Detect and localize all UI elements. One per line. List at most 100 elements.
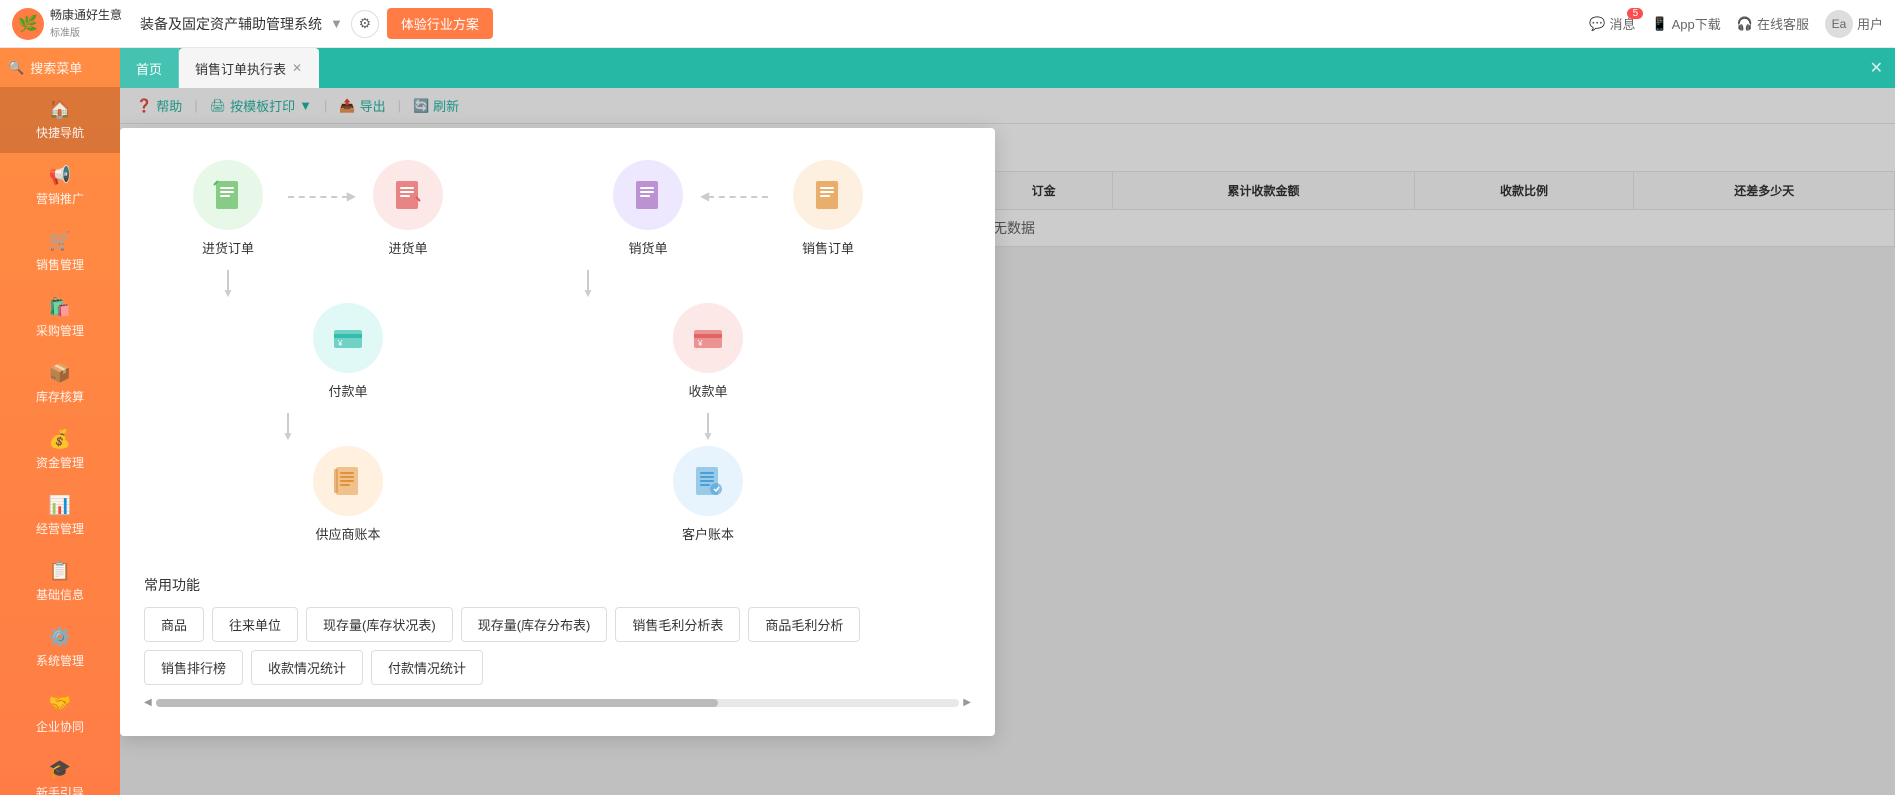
sidebar-item-sales[interactable]: 🛒 销售管理 [0, 219, 120, 285]
flow-node-sales-order[interactable]: 销售订单 [768, 160, 888, 257]
func-btn-product[interactable]: 商品 [144, 607, 204, 642]
sidebar-item-newbie[interactable]: 🎓 新手引导 [0, 747, 120, 795]
experience-button[interactable]: 体验行业方案 [387, 8, 493, 39]
sidebar-item-enterprise[interactable]: 🤝 企业协同 [0, 681, 120, 747]
common-functions-title: 常用功能 [144, 575, 971, 595]
supplier-ledger-circle[interactable] [313, 446, 383, 516]
content-area: ❓ 帮助 | 🖨 按模板打印 ▼ | 📤 导出 | 🔄 刷新 [120, 88, 1895, 795]
tab-bar-close-button[interactable]: ✕ [1870, 58, 1883, 78]
dropdown-icon[interactable]: ▼ [330, 16, 343, 31]
func-btn-sales-gross[interactable]: 销售毛利分析表 [615, 607, 740, 642]
spacer3 [288, 265, 408, 295]
sales-order-circle[interactable] [793, 160, 863, 230]
arrow-v-line-4 [707, 413, 709, 433]
sidebar: 🔍 搜索菜单 🏠 快捷导航 📢 营销推广 🛒 销售管理 🛍️ 采购管理 📦 库存… [0, 48, 120, 795]
sales-bill-circle[interactable] [613, 160, 683, 230]
func-btn-payment-stats[interactable]: 付款情况统计 [371, 650, 483, 685]
sidebar-search[interactable]: 🔍 搜索菜单 [0, 48, 120, 87]
spacer6 [408, 408, 648, 438]
func-btn-sales-rank[interactable]: 销售排行榜 [144, 650, 243, 685]
sidebar-item-inventory[interactable]: 📦 库存核算 [0, 351, 120, 417]
inventory-icon: 📦 [49, 363, 71, 384]
sales-icon: 🛒 [49, 231, 71, 252]
sidebar-item-label: 经营管理 [36, 520, 84, 537]
flow-node-supplier-ledger[interactable]: 供应商账本 [288, 446, 408, 543]
customer-ledger-circle[interactable] [673, 446, 743, 516]
sidebar-item-label: 销售管理 [36, 256, 84, 273]
purchase-bill-circle[interactable] [373, 160, 443, 230]
svg-text:¥: ¥ [337, 339, 343, 348]
user-menu-button[interactable]: Ea 用户 [1825, 10, 1883, 38]
arrow-v-line-3 [287, 413, 289, 433]
arrow-row-down [144, 265, 971, 295]
arrow-2 [708, 196, 768, 222]
tab-home[interactable]: 首页 [120, 48, 179, 88]
newbie-icon: 🎓 [49, 759, 71, 780]
settings-gear-button[interactable]: ⚙ [351, 10, 379, 38]
func-buttons-row-2: 销售排行榜 收款情况统计 付款情况统计 [144, 650, 971, 685]
logo-area: 🌿 畅康通好生意 标准版 [12, 8, 132, 40]
purchase-order-label: 进货订单 [202, 238, 254, 257]
flow-node-purchase-bill[interactable]: 进货单 [348, 160, 468, 257]
flow-node-receipt[interactable]: ¥ 收款单 [648, 303, 768, 400]
purchase-order-circle[interactable] [193, 160, 263, 230]
func-btn-receipt-stats[interactable]: 收款情况统计 [251, 650, 363, 685]
func-btn-product-gross[interactable]: 商品毛利分析 [748, 607, 860, 642]
sidebar-item-label: 快捷导航 [36, 124, 84, 141]
tab-sales-order-label: 销售订单执行表 [195, 59, 286, 78]
arrow-down-receipt [648, 408, 768, 438]
sidebar-item-label: 库存核算 [36, 388, 84, 405]
sidebar-item-marketing[interactable]: 📢 营销推广 [0, 153, 120, 219]
sidebar-item-label: 企业协同 [36, 718, 84, 735]
tab-close-icon[interactable]: ✕ [292, 61, 302, 75]
sidebar-item-label: 新手引导 [36, 784, 84, 795]
scroll-right-button[interactable]: ▶ [963, 697, 971, 708]
search-icon: 🔍 [8, 60, 24, 76]
flow-node-payment[interactable]: ¥ 付款单 [288, 303, 408, 400]
scroll-left-button[interactable]: ◀ [144, 697, 152, 708]
arrow-v-line [227, 270, 229, 290]
spacer4 [408, 265, 528, 295]
sidebar-item-basic[interactable]: 📋 基础信息 [0, 549, 120, 615]
sales-bill-label: 销货单 [628, 238, 667, 257]
arrow-v-sales [587, 265, 589, 295]
app-download-label: App下载 [1672, 14, 1721, 33]
message-button[interactable]: 💬 消息 5 [1589, 14, 1635, 33]
finance-icon: 💰 [49, 429, 71, 450]
system-title: 装备及固定资产辅助管理系统 [140, 14, 322, 34]
sidebar-item-system[interactable]: ⚙️ 系统管理 [0, 615, 120, 681]
tab-sales-order[interactable]: 销售订单执行表 ✕ [179, 48, 319, 88]
func-btn-partner[interactable]: 往来单位 [212, 607, 298, 642]
func-btn-stock-status[interactable]: 现存量(库存状况表) [306, 607, 453, 642]
logo-name: 畅康通好生意 [50, 8, 122, 24]
app-download-button[interactable]: 📱 App下载 [1651, 14, 1720, 33]
sidebar-item-purchase[interactable]: 🛍️ 采购管理 [0, 285, 120, 351]
sidebar-item-label: 采购管理 [36, 322, 84, 339]
common-functions: 常用功能 商品 往来单位 现存量(库存状况表) 现存量(库存分布表) 销售毛利分… [144, 575, 971, 685]
receipt-circle[interactable]: ¥ [673, 303, 743, 373]
sidebar-item-label: 系统管理 [36, 652, 84, 669]
sidebar-item-finance[interactable]: 💰 资金管理 [0, 417, 120, 483]
sidebar-item-quick-nav[interactable]: 🏠 快捷导航 [0, 87, 120, 153]
flow-node-sales-bill[interactable]: 销货单 [588, 160, 708, 257]
basic-icon: 📋 [49, 561, 71, 582]
arrow-down-sales [528, 265, 648, 295]
receipt-label: 收款单 [688, 381, 727, 400]
arrow-v-payment [287, 408, 289, 438]
sidebar-item-operations[interactable]: 📊 经营管理 [0, 483, 120, 549]
scrollbar-track[interactable] [156, 699, 960, 707]
func-buttons-row-1: 商品 往来单位 现存量(库存状况表) 现存量(库存分布表) 销售毛利分析表 商品… [144, 607, 971, 642]
payment-circle[interactable]: ¥ [313, 303, 383, 373]
sidebar-item-label: 营销推广 [36, 190, 84, 207]
sidebar-item-label: 基础信息 [36, 586, 84, 603]
top-header: 🌿 畅康通好生意 标准版 装备及固定资产辅助管理系统 ▼ ⚙ 体验行业方案 💬 … [0, 0, 1895, 48]
func-btn-stock-dist[interactable]: 现存量(库存分布表) [461, 607, 608, 642]
flow-node-purchase-order[interactable]: 进货订单 [168, 160, 288, 257]
flow-node-customer-ledger[interactable]: 客户账本 [648, 446, 768, 543]
flow-diagram: 进货订单 [144, 152, 971, 551]
payment-label: 付款单 [328, 381, 367, 400]
flow-row-2: ¥ 付款单 ¥ [144, 295, 971, 408]
marketing-icon: 📢 [49, 165, 71, 186]
online-service-button[interactable]: 🎧 在线客服 [1737, 14, 1809, 33]
arrow-down-payment [168, 408, 408, 438]
